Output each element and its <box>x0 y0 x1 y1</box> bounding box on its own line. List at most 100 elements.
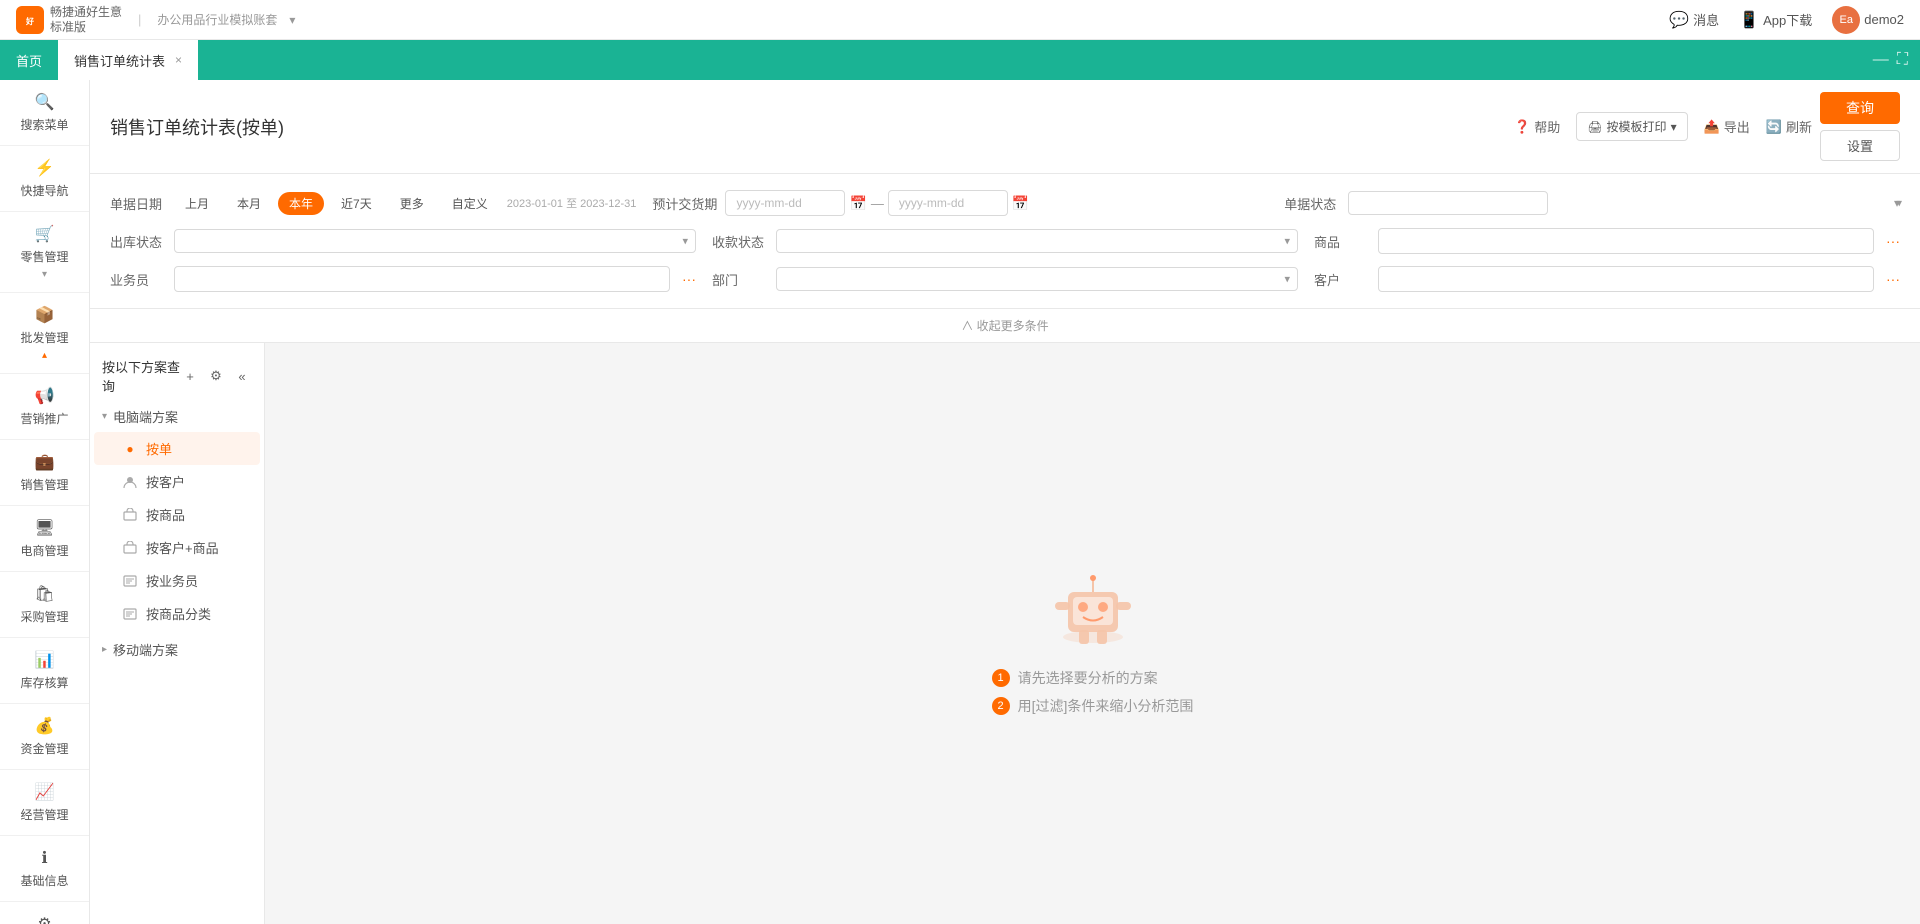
header-right: 💬 消息 📱 App下载 Ea demo2 <box>1669 6 1904 34</box>
collection-select[interactable] <box>776 229 1298 253</box>
tip-1: 1 请先选择要分析的方案 <box>992 668 1194 688</box>
last-month-btn[interactable]: 上月 <box>174 192 220 215</box>
last-7-days-btn[interactable]: 近7天 <box>330 192 383 215</box>
delivery-date-to[interactable] <box>888 190 1008 216</box>
app-download-btn[interactable]: 📱 App下载 <box>1739 10 1812 30</box>
by-customer-icon <box>122 474 138 490</box>
page-header-actions: ❓ 帮助 🖨 按模板打印 ▾ 📤 导出 🔄 刷新 <box>1514 112 1812 141</box>
empty-tips: 1 请先选择要分析的方案 2 用[过滤]条件来缩小分析范围 <box>992 668 1194 716</box>
marketing-icon: 📢 <box>35 386 55 406</box>
inventory-icon: 📊 <box>35 650 55 670</box>
filter-row-3: 业务员 ··· 部门 客户 ··· <box>110 266 1900 292</box>
retail-arrow-icon: ▾ <box>42 269 47 280</box>
main-layout: 🔍 搜索菜单 ⚡ 快捷导航 🛒 零售管理 ▾ 📦 批发管理 ▴ 📢 营销推广 💼… <box>0 80 1920 924</box>
top-header: 好 畅捷通好生意 标准版 | 办公用品行业模拟账套 ▾ 💬 消息 📱 App下载… <box>0 0 1920 40</box>
svg-text:好: 好 <box>25 16 34 26</box>
main-action-btns: 查询 设置 <box>1820 92 1900 161</box>
scheme-item-by-customer[interactable]: 按客户 <box>94 465 260 498</box>
department-label: 部门 <box>712 270 768 289</box>
quick-nav-icon: ⚡ <box>35 158 55 178</box>
sidebar-item-inventory[interactable]: 📊 库存核算 <box>0 638 89 704</box>
scheme-panel-header: 按以下方案查询 + ⚙ « <box>90 351 264 401</box>
goods-input[interactable] <box>1378 228 1874 254</box>
scheme-group-mobile-header[interactable]: ▸ 移动端方案 <box>90 634 264 665</box>
query-button[interactable]: 查询 <box>1820 92 1900 124</box>
filter-panel: 单据日期 上月 本月 本年 近7天 更多 自定义 2023-01-01 至 20… <box>90 174 1920 309</box>
tab-minimize-icon[interactable]: — <box>1873 51 1889 69</box>
salesperson-label: 业务员 <box>110 270 166 289</box>
scheme-edit-icon[interactable]: ⚙ <box>206 366 226 386</box>
sidebar-item-ecommerce[interactable]: 🖥 电商管理 <box>0 506 89 572</box>
date-label: 单据日期 <box>110 194 166 213</box>
doc-status-label: 单据状态 <box>1284 194 1340 213</box>
help-btn[interactable]: ❓ 帮助 <box>1514 117 1560 136</box>
collapse-bar[interactable]: ∧ 收起更多条件 <box>90 309 1920 343</box>
tab-home[interactable]: 首页 <box>0 40 58 80</box>
page-header: 销售订单统计表(按单) ❓ 帮助 🖨 按模板打印 ▾ 📤 导出 <box>90 80 1920 174</box>
goods-label: 商品 <box>1314 232 1370 251</box>
tab-sales-order[interactable]: 销售订单统计表 × <box>58 40 198 80</box>
tab-close-icon[interactable]: × <box>175 53 182 67</box>
phone-icon: 📱 <box>1739 10 1759 30</box>
salesperson-input[interactable] <box>174 266 670 292</box>
customer-input[interactable] <box>1378 266 1874 292</box>
tab-bar-right: — ⛶ <box>1873 51 1920 69</box>
logo-area: 好 畅捷通好生意 标准版 <box>16 5 122 34</box>
sidebar-item-retail[interactable]: 🛒 零售管理 ▾ <box>0 212 89 293</box>
sidebar-item-operations[interactable]: 📈 经营管理 <box>0 770 89 836</box>
delivery-date-from[interactable] <box>725 190 845 216</box>
this-month-btn[interactable]: 本月 <box>226 192 272 215</box>
scheme-item-by-customer-goods[interactable]: 按客户+商品 <box>94 531 260 564</box>
help-icon: ❓ <box>1514 119 1530 135</box>
template-print-btn[interactable]: 🖨 按模板打印 ▾ <box>1576 112 1687 141</box>
custom-date-btn[interactable]: 自定义 <box>441 192 499 215</box>
customer-more-icon[interactable]: ··· <box>1886 271 1900 287</box>
department-select-wrapper <box>776 267 1298 291</box>
refresh-btn[interactable]: 🔄 刷新 <box>1766 117 1812 136</box>
scheme-add-icon[interactable]: + <box>180 366 200 386</box>
department-select[interactable] <box>776 267 1298 291</box>
scheme-item-by-order[interactable]: ● 按单 <box>94 432 260 465</box>
tab-maximize-icon[interactable]: ⛶ <box>1897 51 1908 69</box>
scheme-group-pc-header[interactable]: ▾ 电脑端方案 <box>90 401 264 432</box>
sidebar-item-purchase[interactable]: 🛍 采购管理 <box>0 572 89 638</box>
this-year-btn[interactable]: 本年 <box>278 192 324 215</box>
more-date-btn[interactable]: 更多 <box>389 192 435 215</box>
doc-status-select[interactable] <box>1348 191 1548 215</box>
shipment-select[interactable] <box>174 229 696 253</box>
scheme-item-by-goods-category[interactable]: 按商品分类 <box>94 597 260 630</box>
sidebar-item-finance[interactable]: 💰 资金管理 <box>0 704 89 770</box>
breadcrumb-arrow-icon: ▾ <box>289 13 295 27</box>
sidebar-item-basic-info[interactable]: ℹ 基础信息 <box>0 836 89 902</box>
sidebar-item-wholesale[interactable]: 📦 批发管理 ▴ <box>0 293 89 374</box>
scheme-collapse-icon[interactable]: « <box>232 366 252 386</box>
shipment-select-wrapper <box>174 229 696 253</box>
sidebar-item-quick-nav[interactable]: ⚡ 快捷导航 <box>0 146 89 212</box>
scheme-item-by-salesperson[interactable]: 按业务员 <box>94 564 260 597</box>
sidebar-item-sales[interactable]: 💼 销售管理 <box>0 440 89 506</box>
user-menu[interactable]: Ea demo2 <box>1832 6 1904 34</box>
sidebar-item-marketing[interactable]: 📢 营销推广 <box>0 374 89 440</box>
calendar-to-icon[interactable]: 📅 <box>1012 195 1029 212</box>
by-customer-goods-icon <box>122 540 138 556</box>
tip-2-number: 2 <box>992 697 1010 715</box>
logo-icon: 好 <box>16 6 44 34</box>
scheme-item-by-goods[interactable]: 按商品 <box>94 498 260 531</box>
empty-illustration <box>1043 552 1143 652</box>
salesperson-more-icon[interactable]: ··· <box>682 271 696 287</box>
export-btn[interactable]: 📤 导出 <box>1704 117 1750 136</box>
basic-info-icon: ℹ <box>41 848 47 868</box>
refresh-icon: 🔄 <box>1766 119 1782 135</box>
filter-row-1: 单据日期 上月 本月 本年 近7天 更多 自定义 2023-01-01 至 20… <box>110 190 1900 216</box>
sidebar-item-sys-mgmt[interactable]: ⚙ 系统管理 <box>0 902 89 924</box>
by-salesperson-icon <box>122 573 138 589</box>
data-area: 1 请先选择要分析的方案 2 用[过滤]条件来缩小分析范围 <box>265 343 1920 924</box>
page-title: 销售订单统计表(按单) <box>110 114 284 140</box>
messages-btn[interactable]: 💬 消息 <box>1669 10 1719 30</box>
settings-button[interactable]: 设置 <box>1820 130 1900 161</box>
calendar-from-icon[interactable]: 📅 <box>849 195 866 212</box>
retail-icon: 🛒 <box>35 224 55 244</box>
goods-more-icon[interactable]: ··· <box>1886 233 1900 249</box>
sidebar-item-search-menu[interactable]: 🔍 搜索菜单 <box>0 80 89 146</box>
delivery-date-label: 预计交货期 <box>652 194 717 213</box>
